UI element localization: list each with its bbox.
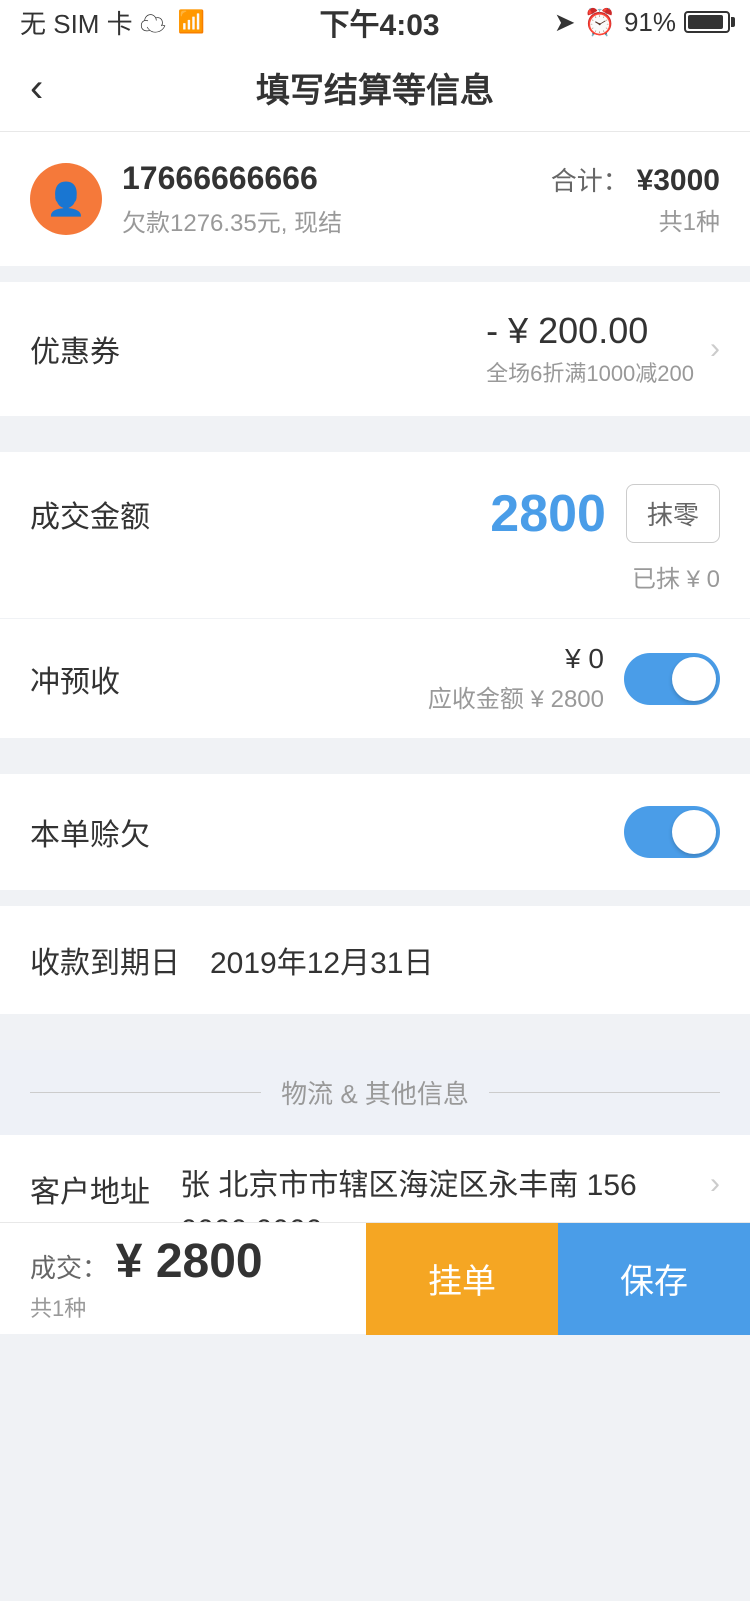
coupon-info: - ¥ 200.00 全场6折满1000减200 [486, 310, 694, 388]
back-button[interactable]: ‹ [30, 68, 43, 108]
page-title: 填写结算等信息 [256, 63, 494, 112]
deal-label: 成交金额 [30, 492, 150, 536]
deal-section: 成交金额 2800 抹零 已抹 ¥ 0 冲预收 ¥ 0 应收金额 ¥ 2800 [0, 452, 750, 738]
pending-button[interactable]: 挂单 [366, 1223, 558, 1335]
bottom-deal-count: 共1种 [30, 1291, 336, 1323]
amount-row: 成交金额 2800 抹零 [0, 452, 750, 559]
due-date-value: 2019年12月31日 [210, 938, 433, 982]
status-right: ➤ ⏰ 91% [554, 7, 730, 38]
customer-phone: 17666666666 [122, 160, 342, 197]
prepay-row: 冲预收 ¥ 0 应收金额 ¥ 2800 [0, 618, 750, 738]
due-date-label: 收款到期日 [30, 938, 180, 982]
prepay-right: ¥ 0 应收金额 ¥ 2800 [428, 643, 720, 714]
customer-left: 👤 17666666666 欠款1276.35元, 现结 [30, 160, 342, 238]
logistics-title: 物流 & 其他信息 [281, 1074, 469, 1111]
coupon-discount: - ¥ 200.00 [486, 310, 694, 352]
customer-card: 👤 17666666666 欠款1276.35元, 现结 合计： ¥3000 共… [0, 132, 750, 266]
nav-bar: ‹ 填写结算等信息 [0, 44, 750, 132]
wifi-icon: 📶 [178, 9, 205, 35]
battery-icon [684, 11, 730, 33]
debt-order-label: 本单赊欠 [30, 810, 150, 854]
status-left: 无 SIM 卡 ☁ 📶 [20, 4, 205, 41]
prepay-toggle[interactable] [624, 653, 720, 705]
chevron-right-icon: › [710, 332, 720, 366]
prepay-amount: ¥ 0 [428, 643, 604, 675]
bottom-bar: 成交： ¥ 2800 共1种 挂单 保存 [0, 1222, 750, 1334]
prepay-values: ¥ 0 应收金额 ¥ 2800 [428, 643, 604, 714]
coupon-desc: 全场6折满1000减200 [486, 356, 694, 388]
address-label: 客户地址 [30, 1163, 150, 1211]
logistics-header: 物流 & 其他信息 [0, 1050, 750, 1135]
total-amount: ¥3000 [637, 164, 720, 197]
deal-sub: 已抹 ¥ 0 [0, 559, 750, 618]
due-date-content: 收款到期日 2019年12月31日 [30, 938, 720, 982]
avatar: 👤 [30, 163, 102, 235]
total-label-row: 合计： ¥3000 [551, 161, 720, 198]
customer-debt: 欠款1276.35元, 现结 [122, 203, 342, 238]
debt-order-row: 本单赊欠 [0, 774, 750, 890]
customer-right: 合计： ¥3000 共1种 [551, 161, 720, 237]
bottom-deal-row: 成交： ¥ 2800 [30, 1234, 336, 1289]
coupon-row[interactable]: 优惠券 - ¥ 200.00 全场6折满1000减200 › [0, 282, 750, 416]
amount-right: 2800 抹零 [490, 484, 720, 543]
debt-order-toggle[interactable] [624, 806, 720, 858]
alarm-icon: ⏰ [584, 7, 616, 38]
prepay-label: 冲预收 [30, 657, 120, 701]
save-button[interactable]: 保存 [558, 1223, 750, 1335]
deal-amount-value: 2800 [490, 488, 606, 540]
total-count: 共1种 [551, 202, 720, 237]
battery-percent: 91% [624, 7, 676, 38]
customer-info: 17666666666 欠款1276.35元, 现结 [122, 160, 342, 238]
total-label: 合计： [551, 166, 629, 196]
avatar-icon: 👤 [46, 180, 86, 218]
due-date-row: 收款到期日 2019年12月31日 [0, 906, 750, 1014]
bottom-left: 成交： ¥ 2800 共1种 [0, 1234, 366, 1323]
location-icon: ➤ [554, 7, 576, 38]
coupon-right: - ¥ 200.00 全场6折满1000减200 › [486, 310, 720, 388]
section-divider-3 [0, 1030, 750, 1050]
status-time: 下午4:03 [320, 0, 440, 44]
logistics-line-left [30, 1092, 261, 1093]
status-bar: 无 SIM 卡 ☁ 📶 下午4:03 ➤ ⏰ 91% [0, 0, 750, 44]
logistics-line-right [489, 1092, 720, 1093]
round-button[interactable]: 抹零 [626, 484, 720, 543]
coupon-label: 优惠券 [30, 327, 120, 371]
bottom-deal-label: 成交： [30, 1253, 108, 1283]
bottom-deal-amount: ¥ 2800 [116, 1235, 263, 1288]
section-divider-1 [0, 432, 750, 452]
page-content: 👤 17666666666 欠款1276.35元, 现结 合计： ¥3000 共… [0, 132, 750, 1601]
section-divider-2 [0, 754, 750, 774]
prepay-sub-label: 应收金额 ¥ 2800 [428, 679, 604, 714]
address-chevron-icon: › [710, 1163, 720, 1201]
sim-label: 无 SIM 卡 ☁ [20, 4, 166, 41]
